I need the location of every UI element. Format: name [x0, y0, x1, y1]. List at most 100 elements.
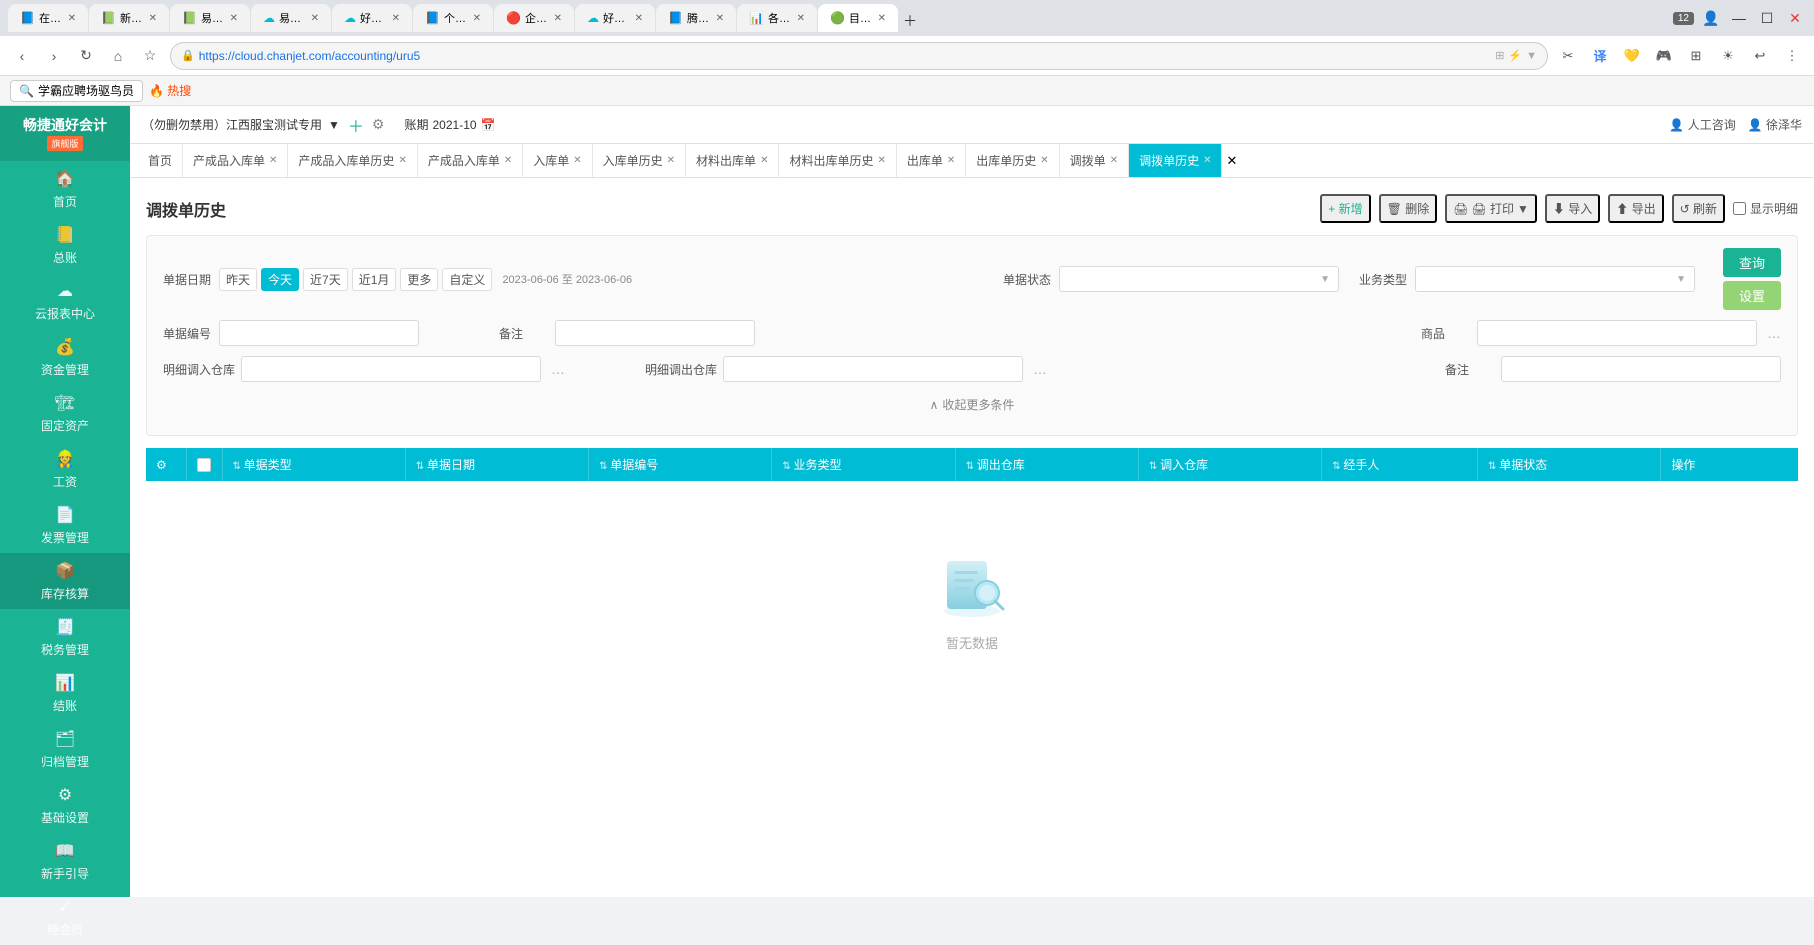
- date-btn-1month[interactable]: 近1月: [352, 268, 397, 291]
- browser-tab-7[interactable]: 🔴 企… ✕: [494, 4, 574, 32]
- search-input-area[interactable]: 🔍 学霸应聘场驱鸟员: [10, 80, 143, 102]
- theme-icon[interactable]: ☀: [1716, 44, 1740, 68]
- tab-close-2[interactable]: ✕: [149, 13, 157, 24]
- nav-tab-close-5[interactable]: ✕: [667, 155, 675, 166]
- user-avatar[interactable]: 👤 徐泽华: [1748, 116, 1802, 133]
- sidebar-item-home[interactable]: 🏠 首页: [0, 161, 130, 217]
- company-settings-icon[interactable]: ⚙: [372, 116, 385, 133]
- minimize-button[interactable]: —: [1728, 7, 1750, 29]
- undo-icon[interactable]: ↩: [1748, 44, 1772, 68]
- tab-close-7[interactable]: ✕: [554, 13, 562, 24]
- nav-tab-close-3[interactable]: ✕: [504, 155, 512, 166]
- nav-tab-4[interactable]: 入库单 ✕: [523, 144, 592, 178]
- browser-tab-4[interactable]: ☁ 易… ✕: [251, 4, 331, 32]
- detail-in-input[interactable]: [241, 356, 541, 382]
- sidebar-item-finance[interactable]: 💰 资金管理: [0, 329, 130, 385]
- nav-tab-close-9[interactable]: ✕: [1040, 155, 1048, 166]
- browser-tab-11[interactable]: 🟢 目… ✕: [818, 4, 898, 32]
- nav-tab-7[interactable]: 材料出库单历史 ✕: [779, 144, 896, 178]
- date-btn-7days[interactable]: 近7天: [303, 268, 348, 291]
- browser-tab-10[interactable]: 📊 各… ✕: [737, 4, 817, 32]
- table-header-handler[interactable]: ⇅ 经手人: [1322, 448, 1478, 481]
- sidebar-item-guide[interactable]: 📖 新手引导: [0, 833, 130, 889]
- display-columns-checkbox[interactable]: [1733, 202, 1746, 215]
- back-button[interactable]: ‹: [10, 44, 34, 68]
- new-tab-button[interactable]: ＋: [899, 10, 921, 32]
- date-btn-more[interactable]: 更多: [400, 268, 438, 291]
- calendar-icon[interactable]: 📅: [481, 118, 496, 132]
- nav-tab-8[interactable]: 出库单 ✕: [897, 144, 966, 178]
- gear-config-icon[interactable]: ⚙: [156, 458, 167, 472]
- collapse-button[interactable]: ∧ 收起更多条件: [163, 392, 1781, 417]
- browser-tab-1[interactable]: 📘 在… ✕: [8, 4, 88, 32]
- tab-close-11[interactable]: ✕: [878, 13, 886, 24]
- profile-button[interactable]: 👤: [1700, 7, 1722, 29]
- game-icon[interactable]: 🎮: [1652, 44, 1676, 68]
- grid-icon[interactable]: ⊞: [1684, 44, 1708, 68]
- sidebar-item-archive[interactable]: 🗂 归档管理: [0, 721, 130, 777]
- table-header-in-warehouse[interactable]: ⇅ 调入仓库: [1138, 448, 1321, 481]
- nav-tab-close-11[interactable]: ✕: [1203, 155, 1211, 166]
- sidebar-item-inventory[interactable]: 📦 库存核算: [0, 553, 130, 609]
- detail-out-dots-icon[interactable]: …: [1033, 361, 1047, 377]
- home-button[interactable]: ⌂: [106, 44, 130, 68]
- display-columns-toggle[interactable]: 显示明细: [1733, 200, 1798, 217]
- sidebar-item-vip[interactable]: ✓ 畅会员: [0, 889, 130, 945]
- customer-service[interactable]: 👤 人工咨询: [1669, 116, 1735, 133]
- nav-tab-close-2[interactable]: ✕: [398, 155, 406, 166]
- maximize-button[interactable]: ☐: [1756, 7, 1778, 29]
- date-btn-custom[interactable]: 自定义: [442, 268, 492, 291]
- print-dropdown-icon[interactable]: ▼: [1517, 202, 1529, 216]
- address-bar[interactable]: 🔒 https://cloud.chanjet.com/accounting/u…: [170, 42, 1548, 70]
- sidebar-item-tax[interactable]: 🧾 税务管理: [0, 609, 130, 665]
- table-header-out-warehouse[interactable]: ⇅ 调出仓库: [955, 448, 1138, 481]
- status-select[interactable]: ▼: [1059, 266, 1339, 292]
- nav-tab-3[interactable]: 产成品入库单 ✕: [418, 144, 523, 178]
- tab-close-5[interactable]: ✕: [392, 13, 400, 24]
- browser-tab-9[interactable]: 📘 腾… ✕: [656, 4, 736, 32]
- tab-close-4[interactable]: ✕: [311, 13, 319, 24]
- nav-tab-home[interactable]: 首页: [138, 144, 183, 178]
- refresh-button[interactable]: ↺ 刷新: [1672, 194, 1725, 223]
- tab-close-6[interactable]: ✕: [473, 13, 481, 24]
- table-header-biz-type[interactable]: ⇅ 业务类型: [772, 448, 955, 481]
- sidebar-item-payroll[interactable]: 👷 工资: [0, 441, 130, 497]
- table-header-doc-date[interactable]: ⇅ 单据日期: [405, 448, 588, 481]
- browser-tab-5[interactable]: ☁ 好… ✕: [332, 4, 412, 32]
- nav-tab-11[interactable]: 调拨单历史 ✕: [1129, 144, 1222, 178]
- nav-tab-6[interactable]: 材料出库单 ✕: [686, 144, 779, 178]
- sidebar-item-closing[interactable]: 📊 结账: [0, 665, 130, 721]
- remark-input[interactable]: [555, 320, 755, 346]
- business-type-select[interactable]: ▼: [1415, 266, 1695, 292]
- sidebar-item-fixed-assets[interactable]: 🏗 固定资产: [0, 385, 130, 441]
- tab-close-1[interactable]: ✕: [68, 13, 76, 24]
- close-button[interactable]: ✕: [1784, 7, 1806, 29]
- refresh-nav-button[interactable]: ↻: [74, 44, 98, 68]
- nav-tab-close-7[interactable]: ✕: [877, 155, 885, 166]
- nav-tab-9[interactable]: 出库单历史 ✕: [966, 144, 1059, 178]
- star-button[interactable]: ☆: [138, 44, 162, 68]
- nav-tab-close-10[interactable]: ✕: [1110, 155, 1118, 166]
- nav-tab-1[interactable]: 产成品入库单 ✕: [183, 144, 288, 178]
- note-input[interactable]: [1501, 356, 1781, 382]
- sidebar-item-cloud-reports[interactable]: ☁ 云报表中心: [0, 273, 130, 329]
- detail-in-dots-icon[interactable]: …: [551, 361, 565, 377]
- sidebar-item-ledger[interactable]: 📒 总账: [0, 217, 130, 273]
- select-all-checkbox[interactable]: [197, 458, 211, 472]
- goods-input[interactable]: [1477, 320, 1757, 346]
- table-header-doc-status[interactable]: ⇅ 单据状态: [1478, 448, 1661, 481]
- table-header-checkbox[interactable]: [186, 448, 222, 481]
- tab-close-3[interactable]: ✕: [230, 13, 238, 24]
- company-selector[interactable]: （勿删勿禁用）江西服宝测试专用 ▼: [142, 116, 340, 133]
- close-all-tabs-button[interactable]: ✕: [1226, 153, 1237, 169]
- docno-input[interactable]: [219, 320, 419, 346]
- tab-close-8[interactable]: ✕: [635, 13, 643, 24]
- table-header-doc-no[interactable]: ⇅ 单据编号: [589, 448, 772, 481]
- tab-close-10[interactable]: ✕: [797, 13, 805, 24]
- date-btn-yesterday[interactable]: 昨天: [219, 268, 257, 291]
- export-button[interactable]: ⬆ 导出: [1608, 194, 1663, 223]
- table-header-gear[interactable]: ⚙: [146, 448, 186, 481]
- settings-button[interactable]: 设置: [1723, 281, 1781, 310]
- wallet-icon[interactable]: 💛: [1620, 44, 1644, 68]
- scissors-icon[interactable]: ✂: [1556, 44, 1580, 68]
